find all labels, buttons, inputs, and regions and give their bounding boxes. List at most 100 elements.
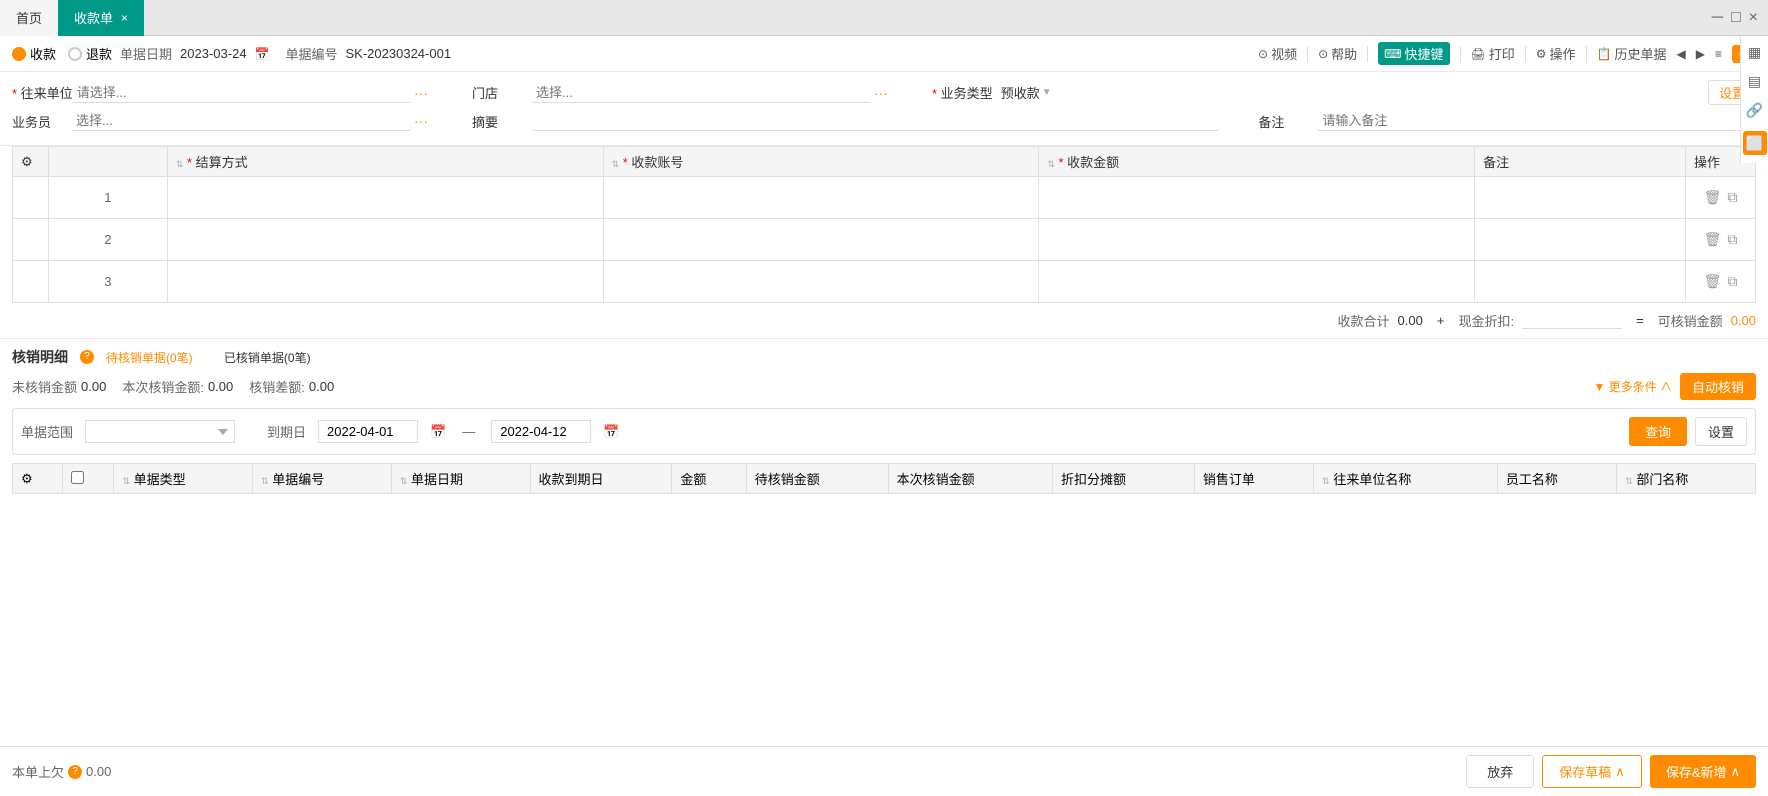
- amount-cell-1[interactable]: [1039, 177, 1475, 219]
- table-row: 3 🗑⧉: [13, 261, 1756, 303]
- salesperson-input[interactable]: [72, 111, 410, 131]
- date-to-icon[interactable]: 📅: [603, 424, 619, 440]
- collection-table: ⚙ ⇅ * 结算方式 ⇅ * 收款账号 ⇅ * 收款: [12, 146, 1756, 303]
- done-tab[interactable]: 已核销单据(0笔): [224, 349, 311, 366]
- radio-refund-dot: [68, 47, 82, 61]
- equal-sign: =: [1636, 313, 1644, 328]
- remark-cell-1[interactable]: [1475, 177, 1686, 219]
- shop-input[interactable]: [532, 83, 870, 103]
- radio-group: 收款 退款: [12, 44, 112, 63]
- radio-collection[interactable]: 收款: [12, 44, 56, 63]
- calendar-icon-btn[interactable]: 📅: [255, 47, 270, 61]
- total-value: 0.00: [1398, 313, 1423, 328]
- remark-cell-2[interactable]: [1475, 219, 1686, 261]
- table-gear-th[interactable]: ⚙: [13, 147, 49, 177]
- business-type-chevron[interactable]: ▼: [1042, 87, 1052, 98]
- shop-ellipsis[interactable]: ···: [870, 85, 892, 101]
- salesperson-ellipsis[interactable]: ···: [410, 113, 432, 129]
- reconcile-info-icon[interactable]: ?: [80, 350, 94, 364]
- radio-refund[interactable]: 退款: [68, 44, 112, 63]
- more-filter[interactable]: ▼ 更多条件 ∧: [1593, 378, 1672, 395]
- delete-icon-2[interactable]: 🗑: [1704, 231, 1722, 248]
- filter-settings-btn[interactable]: 设置: [1695, 417, 1747, 446]
- abstract-label: 摘要: [472, 112, 532, 131]
- panel-icon-4[interactable]: ⬜: [1743, 131, 1767, 155]
- row-num-1: 1: [49, 177, 168, 219]
- shortcut-link[interactable]: ⌨ 快捷键: [1378, 42, 1449, 65]
- settlement-cell-3[interactable]: [167, 261, 603, 303]
- query-btn[interactable]: 查询: [1629, 417, 1687, 446]
- ops-link[interactable]: ⚙ 操作: [1536, 44, 1576, 63]
- video-link[interactable]: ⊙ 视频: [1258, 44, 1297, 63]
- account-cell-1[interactable]: [603, 177, 1039, 219]
- copy-icon-2[interactable]: ⧉: [1727, 231, 1737, 248]
- form-row-2: 业务员 ··· 摘要 备注: [12, 111, 1756, 131]
- available-label: 可核销金额: [1658, 311, 1723, 330]
- date-to-input[interactable]: [491, 420, 591, 443]
- counterpart-ellipsis[interactable]: ···: [410, 85, 432, 101]
- nav-prev-icon[interactable]: ◀: [1677, 47, 1686, 61]
- delete-icon-3[interactable]: 🗑: [1704, 273, 1722, 290]
- pending-tab[interactable]: 待核销单据(0笔): [106, 349, 193, 366]
- tab-close-icon[interactable]: ×: [121, 11, 128, 25]
- toolbar-right: ⊙ 视频 ⊙ 帮助 ⌨ 快捷键 🖨 打印 ⚙ 操作 📋 历史单据 ◀ ▶ ≡ ⋯: [1258, 42, 1756, 65]
- lower-th-discount: 折扣分摊额: [1052, 464, 1194, 494]
- help-link[interactable]: ⊙ 帮助: [1318, 44, 1357, 63]
- select-all-checkbox[interactable]: [71, 471, 84, 484]
- remark-cell-3[interactable]: [1475, 261, 1686, 303]
- amount-cell-2[interactable]: [1039, 219, 1475, 261]
- lower-th-current: 本次核销金额: [888, 464, 1052, 494]
- lower-th-number: ⇅ 单据编号: [253, 464, 392, 494]
- bill-number-label: 单据编号: [286, 44, 338, 63]
- counterpart-field: 往来单位 ···: [12, 83, 432, 103]
- lower-th-date: ⇅ 单据日期: [391, 464, 530, 494]
- account-cell-2[interactable]: [603, 219, 1039, 261]
- counterpart-input[interactable]: [73, 83, 410, 103]
- amount-cell-3[interactable]: [1039, 261, 1475, 303]
- discount-input[interactable]: [1522, 313, 1622, 329]
- summary-row: 收款合计 0.00 + 现金折扣: = 可核销金额 0.00: [0, 303, 1768, 339]
- tab-collection[interactable]: 收款单 ×: [58, 0, 144, 36]
- table-row: 2 🗑⧉: [13, 219, 1756, 261]
- panel-icon-2[interactable]: ▤: [1748, 73, 1761, 90]
- print-link[interactable]: 🖨 打印: [1471, 44, 1515, 63]
- draft-btn[interactable]: 保存草稿 ∧: [1542, 755, 1642, 788]
- window-minimize-icon[interactable]: ─: [1712, 9, 1723, 27]
- lower-th-type: ⇅ 单据类型: [114, 464, 253, 494]
- history-link[interactable]: 📋 历史单据: [1597, 44, 1667, 63]
- copy-icon-3[interactable]: ⧉: [1727, 273, 1737, 290]
- settlement-cell-2[interactable]: [167, 219, 603, 261]
- footer-info-icon[interactable]: ?: [68, 765, 82, 779]
- panel-icon-1[interactable]: ▦: [1748, 44, 1761, 61]
- abstract-input[interactable]: [532, 111, 1218, 131]
- th-account: ⇅ * 收款账号: [603, 147, 1039, 177]
- account-cell-3[interactable]: [603, 261, 1039, 303]
- panel-icon-3[interactable]: 🔗: [1746, 102, 1763, 119]
- counterpart-label: 往来单位: [12, 83, 73, 102]
- copy-icon-1[interactable]: ⧉: [1727, 189, 1737, 206]
- salesperson-label: 业务员: [12, 112, 72, 131]
- filter-range-select[interactable]: [85, 420, 235, 443]
- layout-icon[interactable]: ≡: [1715, 47, 1722, 61]
- lower-th-checkbox[interactable]: [62, 464, 114, 494]
- delete-icon-1[interactable]: 🗑: [1704, 189, 1722, 206]
- tab-home[interactable]: 首页: [0, 0, 58, 36]
- save-new-btn[interactable]: 保存&新增 ∧: [1650, 755, 1756, 788]
- window-maximize-icon[interactable]: □: [1731, 9, 1741, 27]
- bill-number-value: SK-20230324-001: [346, 46, 452, 61]
- bill-date-label: 单据日期: [120, 44, 172, 63]
- footer-left: 本单上欠 ? 0.00: [12, 762, 111, 781]
- tab-bar: 首页 收款单 × ─ □ ×: [0, 0, 1768, 36]
- shop-field: 门店 ···: [472, 83, 892, 103]
- window-close-icon[interactable]: ×: [1749, 9, 1758, 27]
- auto-cancel-btn[interactable]: 自动核销: [1680, 373, 1756, 400]
- table-section: ⚙ ⇅ * 结算方式 ⇅ * 收款账号 ⇅ * 收款: [0, 146, 1768, 303]
- remark-input[interactable]: [1318, 111, 1756, 131]
- abandon-btn[interactable]: 放弃: [1466, 755, 1534, 788]
- lower-th-gear[interactable]: ⚙: [13, 464, 63, 494]
- lower-th-due-date: 收款到期日: [530, 464, 672, 494]
- date-from-icon[interactable]: 📅: [430, 424, 446, 440]
- nav-next-icon[interactable]: ▶: [1696, 47, 1705, 61]
- date-from-input[interactable]: [318, 420, 418, 443]
- settlement-cell-1[interactable]: [167, 177, 603, 219]
